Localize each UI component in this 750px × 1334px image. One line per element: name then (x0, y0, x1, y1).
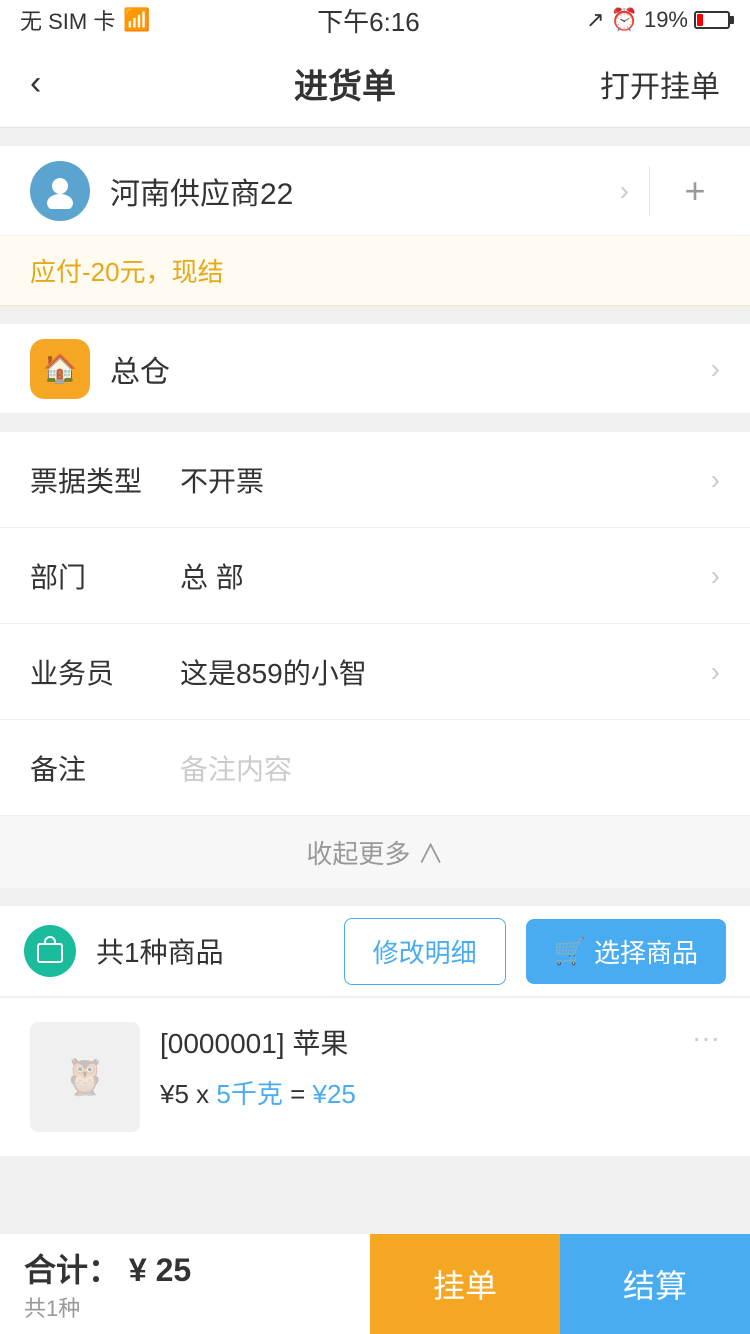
total-section: 合计： ¥ 25 共1种 (0, 1245, 370, 1323)
salesperson-row[interactable]: 业务员 这是859的小智 › (0, 624, 750, 720)
person-icon (42, 173, 78, 209)
salesperson-value: 这是859的小智 (160, 652, 711, 692)
price-qty: 5千克 (216, 1079, 282, 1109)
product-card: 🦉 [0000001] 苹果 ¥5 x 5千克 = ¥25 ··· (0, 998, 750, 1156)
price-eq: = (290, 1079, 312, 1109)
price-unit: ¥5 x (160, 1079, 216, 1109)
salesperson-label: 业务员 (30, 652, 160, 692)
battery-icon (694, 11, 730, 29)
supplier-section: 河南供应商22 › + 应付-20元，现结 (0, 146, 750, 306)
products-icon (24, 925, 76, 977)
remark-row[interactable]: 备注 备注内容 (0, 720, 750, 816)
product-info: [0000001] 苹果 ¥5 x 5千克 = ¥25 (160, 1022, 672, 1111)
battery-percent: 19% (644, 7, 688, 33)
gap-3 (0, 414, 750, 432)
alarm-icon: ⏰ (611, 7, 638, 33)
nav-bar: ‹ 进货单 打开挂单 (0, 40, 750, 128)
open-suspend-button[interactable]: 打开挂单 (600, 62, 720, 106)
status-right: ↗ ⏰ 19% (586, 7, 730, 33)
select-product-button[interactable]: 🛒 选择商品 (526, 919, 726, 984)
products-count: 共1种商品 (96, 931, 324, 971)
department-label: 部门 (30, 556, 160, 596)
supplier-name: 河南供应商22 (110, 169, 620, 213)
invoice-chevron-icon: › (711, 464, 720, 496)
edit-detail-button[interactable]: 修改明细 (344, 918, 506, 985)
select-icon: 🛒 (554, 936, 586, 967)
warehouse-row[interactable]: 🏠 总仓 › (0, 324, 750, 414)
invoice-type-row[interactable]: 票据类型 不开票 › (0, 432, 750, 528)
salesperson-chevron-icon: › (711, 656, 720, 688)
supplier-notice: 应付-20元，现结 (0, 236, 750, 306)
price-total: ¥25 (313, 1079, 356, 1109)
product-thumbnail: 🦉 (30, 1022, 140, 1132)
department-value: 总 部 (160, 556, 711, 596)
location-icon: ↗ (586, 7, 604, 33)
remark-label: 备注 (30, 748, 160, 788)
carrier-label: 无 SIM 卡 (20, 4, 115, 36)
product-id: [0000001] (160, 1028, 292, 1059)
total-value: ¥ 25 (129, 1252, 191, 1288)
department-row[interactable]: 部门 总 部 › (0, 528, 750, 624)
house-icon: 🏠 (43, 352, 78, 385)
checkout-button[interactable]: 结算 (560, 1234, 750, 1334)
gap-1 (0, 128, 750, 146)
remark-input[interactable]: 备注内容 (160, 748, 720, 788)
time-label: 下午6:16 (317, 2, 420, 39)
product-price: ¥5 x 5千克 = ¥25 (160, 1074, 672, 1111)
product-title: 苹果 (292, 1028, 348, 1059)
total-count: 共1种 (24, 1291, 346, 1323)
chevron-right-icon: › (620, 175, 629, 207)
back-button[interactable]: ‹ (30, 64, 90, 103)
products-header: 共1种商品 修改明细 🛒 选择商品 (0, 906, 750, 996)
invoice-type-label: 票据类型 (30, 460, 160, 500)
collapse-button[interactable]: 收起更多 ∧ (0, 816, 750, 888)
wifi-icon: 📶 (123, 7, 150, 33)
warehouse-section: 🏠 总仓 › (0, 324, 750, 414)
add-supplier-button[interactable]: + (670, 170, 720, 212)
select-label: 选择商品 (594, 933, 698, 970)
vertical-divider (649, 166, 650, 216)
cart-icon (35, 936, 65, 966)
gap-2 (0, 306, 750, 324)
owl-icon: 🦉 (63, 1056, 108, 1098)
total-label: 合计： (24, 1252, 120, 1288)
page-title: 进货单 (294, 59, 396, 108)
form-section: 票据类型 不开票 › 部门 总 部 › 业务员 这是859的小智 › 备注 备注… (0, 432, 750, 816)
status-left: 无 SIM 卡 📶 (20, 4, 151, 36)
supplier-avatar (30, 161, 90, 221)
department-chevron-icon: › (711, 560, 720, 592)
suspend-button[interactable]: 挂单 (370, 1234, 560, 1334)
status-bar: 无 SIM 卡 📶 下午6:16 ↗ ⏰ 19% (0, 0, 750, 40)
product-name: [0000001] 苹果 (160, 1022, 672, 1062)
total-amount: 合计： ¥ 25 (24, 1245, 346, 1291)
collapse-label: 收起更多 ∧ (306, 834, 443, 871)
warehouse-chevron-icon: › (711, 353, 720, 385)
warehouse-name: 总仓 (110, 347, 711, 391)
invoice-type-value: 不开票 (160, 460, 711, 500)
warehouse-icon-wrap: 🏠 (30, 339, 90, 399)
bottom-bar: 合计： ¥ 25 共1种 挂单 结算 (0, 1234, 750, 1334)
supplier-row[interactable]: 河南供应商22 › + (0, 146, 750, 236)
product-more-button[interactable]: ··· (692, 1022, 720, 1054)
gap-4 (0, 888, 750, 906)
